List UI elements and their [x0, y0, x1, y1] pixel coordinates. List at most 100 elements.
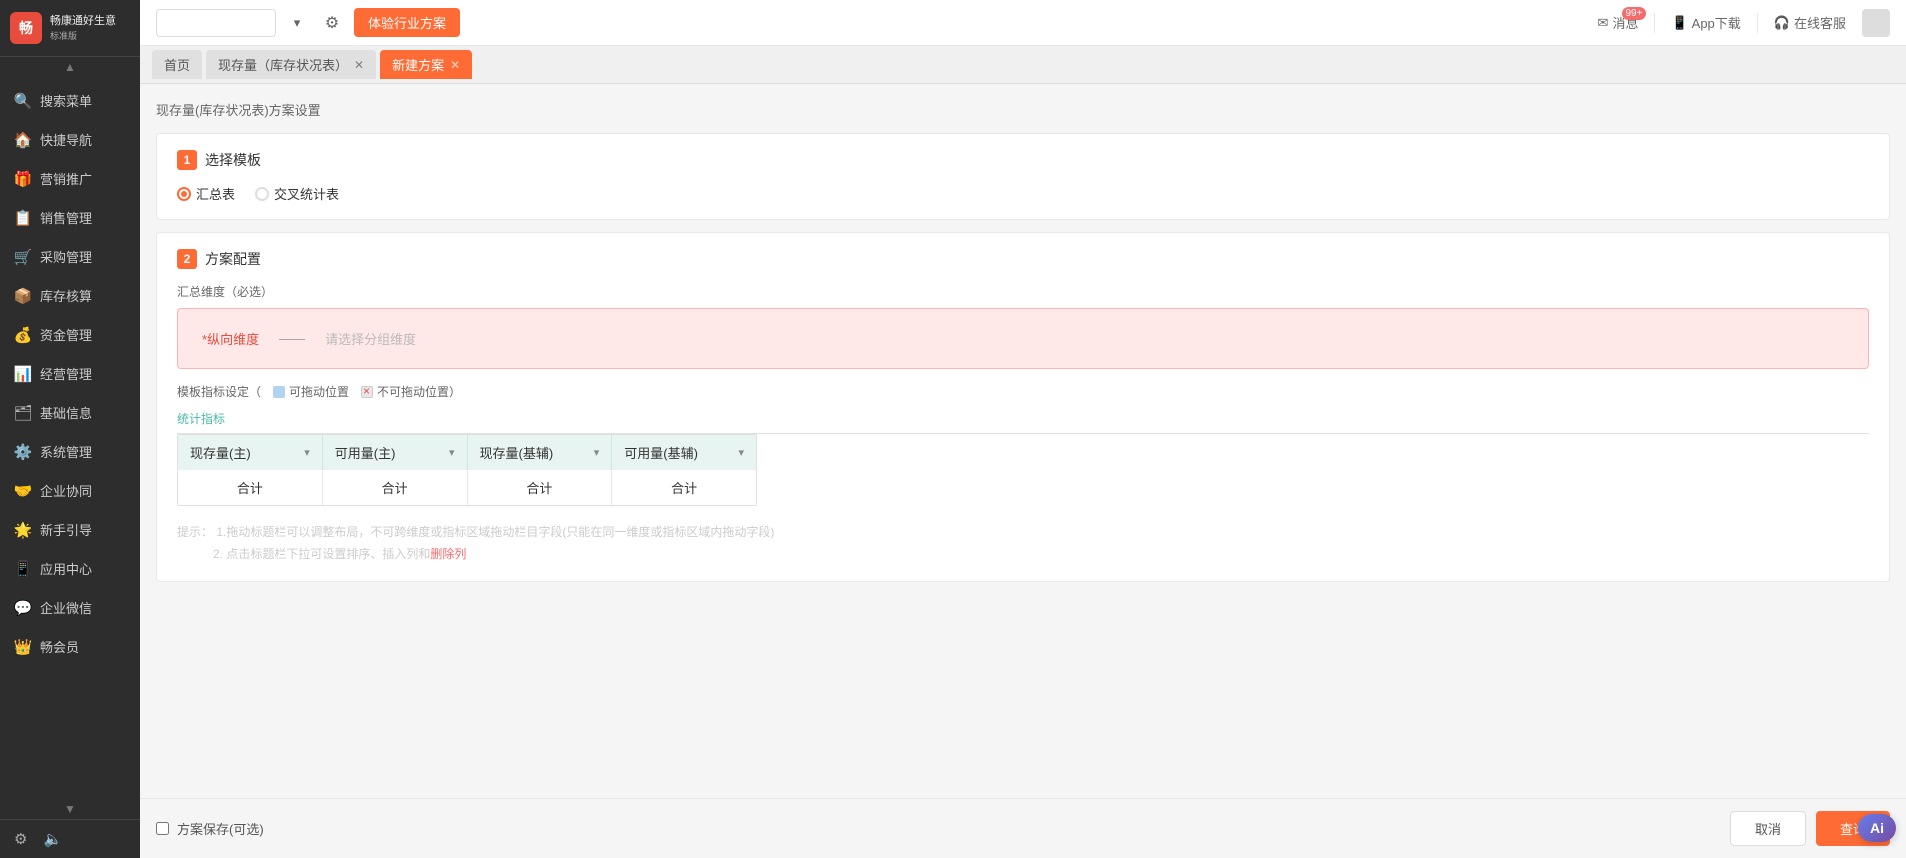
sidebar-bottom: ⚙ 🔈 [0, 819, 140, 858]
sidebar-item-member[interactable]: 👑 畅会员 [0, 627, 140, 666]
section1-header: 1 选择模板 [177, 150, 1869, 170]
sidebar-item-label: 新手引导 [40, 520, 92, 539]
no-drag-label: 不可拖动位置） [377, 383, 461, 400]
sidebar-item-label: 系统管理 [40, 442, 92, 461]
col-chevron-1: ▾ [449, 446, 455, 459]
stats-table-body: 合计 合计 合计 合计 [178, 470, 756, 505]
stats-col-3[interactable]: 可用量(基辅) ▾ [612, 435, 756, 470]
template-radio-group: 汇总表 交叉统计表 [177, 184, 1869, 203]
sidebar-item-marketing[interactable]: 🎁 营销推广 [0, 159, 140, 198]
sales-icon: 📋 [14, 209, 32, 227]
message-icon: ✉ [1598, 15, 1609, 31]
sidebar-item-label: 采购管理 [40, 247, 92, 266]
sidebar-item-system[interactable]: ⚙️ 系统管理 [0, 432, 140, 471]
dimension-required-mark: *纵向维度 [202, 329, 259, 348]
app-logo: 畅 畅康通好生意 标准版 [0, 0, 140, 57]
sidebar-item-newbie[interactable]: 🌟 新手引导 [0, 510, 140, 549]
sidebar-scroll-down[interactable]: ▼ [0, 799, 140, 819]
indicator-settings: 模板指标设定（ 可拖动位置 不可拖动位置） [177, 383, 1869, 400]
section2-card: 2 方案配置 汇总维度（必选） *纵向维度 —— 请选择分组维度 模板指标设定（… [156, 232, 1890, 582]
hint-1: 提示： 1.拖动标题栏可以调整布局，不可跨维度或指标区域拖动栏目字段(只能在同一… [177, 522, 1869, 544]
message-badge: 99+ [1622, 7, 1647, 20]
sidebar-item-finance[interactable]: 💰 资金管理 [0, 315, 140, 354]
col-chevron-3: ▾ [738, 446, 744, 459]
section2-num: 2 [177, 249, 197, 269]
save-checkbox[interactable] [156, 822, 169, 835]
indicator-settings-label: 模板指标设定（ [177, 383, 261, 400]
footer-area: 方案保存(可选) 取消 查询 [140, 798, 1906, 858]
tab-new-scheme-label: 新建方案 [392, 55, 444, 74]
sidebar-item-quick-nav[interactable]: 🏠 快捷导航 [0, 120, 140, 159]
sidebar-item-operation[interactable]: 📊 经营管理 [0, 354, 140, 393]
online-service-label: 在线客服 [1794, 13, 1846, 32]
sidebar-item-purchase[interactable]: 🛒 采购管理 [0, 237, 140, 276]
ai-badge[interactable]: Ai [1858, 814, 1896, 842]
user-avatar[interactable] [1862, 9, 1890, 37]
settings-bottom-icon[interactable]: ⚙ [14, 830, 27, 848]
cancel-button[interactable]: 取消 [1730, 811, 1806, 846]
sidebar-item-wechat[interactable]: 💬 企业微信 [0, 588, 140, 627]
sidebar-item-label: 经营管理 [40, 364, 92, 383]
sidebar-item-search-menu[interactable]: 🔍 搜索菜单 [0, 81, 140, 120]
sidebar-item-label: 资金管理 [40, 325, 92, 344]
tab-new-scheme-close[interactable]: ✕ [450, 58, 460, 72]
dimension-box[interactable]: *纵向维度 —— 请选择分组维度 [177, 308, 1869, 369]
radio-crosstab[interactable]: 交叉统计表 [255, 184, 339, 203]
sidebar-item-label: 搜索菜单 [40, 91, 92, 110]
sidebar-item-app-center[interactable]: 📱 应用中心 [0, 549, 140, 588]
stats-cell-0: 合计 [178, 470, 323, 505]
tab-home[interactable]: 首页 [152, 50, 202, 79]
sidebar-item-label: 库存核算 [40, 286, 92, 305]
save-label[interactable]: 方案保存(可选) [177, 819, 264, 838]
member-icon: 👑 [14, 638, 32, 656]
stats-col-1[interactable]: 可用量(主) ▾ [323, 435, 468, 470]
system-icon: ⚙️ [14, 443, 32, 461]
hint-section: 提示： 1.拖动标题栏可以调整布局，不可跨维度或指标区域拖动栏目字段(只能在同一… [177, 522, 1869, 565]
topbar-search-input[interactable] [156, 9, 276, 37]
stats-section-label: 统计指标 [177, 410, 1869, 434]
app-download-label: App下载 [1692, 13, 1741, 32]
stats-col-2[interactable]: 现存量(基辅) ▾ [468, 435, 613, 470]
sidebar-item-inventory[interactable]: 📦 库存核算 [0, 276, 140, 315]
stats-col-0[interactable]: 现存量(主) ▾ [178, 435, 323, 470]
stats-cell-3: 合计 [612, 470, 756, 505]
col-label-1: 可用量(主) [335, 443, 396, 462]
sidebar-scroll-up[interactable]: ▲ [0, 57, 140, 77]
online-service-btn[interactable]: 🎧 在线客服 [1774, 13, 1846, 32]
radio-summary-circle [177, 187, 191, 201]
sidebar-item-sales[interactable]: 📋 销售管理 [0, 198, 140, 237]
drag-indicator: 可拖动位置 [273, 383, 349, 400]
main-area: ▾ ⚙ 体验行业方案 ✉ 消息 99+ 📱 App下载 🎧 在线客服 [140, 0, 1906, 858]
trial-btn[interactable]: 体验行业方案 [354, 8, 460, 37]
drag-dot [273, 386, 285, 398]
sidebar-item-label: 营销推广 [40, 169, 92, 188]
tab-inventory-status[interactable]: 现存量（库存状况表） ✕ [206, 50, 376, 79]
sidebar-item-basic-info[interactable]: 🗂 基础信息 [0, 393, 140, 432]
basic-info-icon: 🗂 [14, 404, 32, 422]
sidebar-item-enterprise[interactable]: 🤝 企业协同 [0, 471, 140, 510]
tab-inventory-status-close[interactable]: ✕ [354, 58, 364, 72]
radio-crosstab-circle [255, 187, 269, 201]
app-download-btn[interactable]: 📱 App下载 [1671, 13, 1740, 32]
message-btn[interactable]: ✉ 消息 99+ [1598, 13, 1639, 32]
wechat-icon: 💬 [14, 599, 32, 617]
section1-card: 1 选择模板 汇总表 交叉统计表 [156, 133, 1890, 220]
tab-new-scheme[interactable]: 新建方案 ✕ [380, 50, 472, 79]
topbar-dropdown-btn[interactable]: ▾ [284, 10, 310, 36]
no-drag-dot [361, 386, 373, 398]
col-label-0: 现存量(主) [190, 443, 251, 462]
quick-nav-icon: 🏠 [14, 131, 32, 149]
search-menu-icon: 🔍 [14, 92, 32, 110]
topbar-left: ▾ ⚙ 体验行业方案 [156, 8, 1586, 37]
section2-header: 2 方案配置 [177, 249, 1869, 269]
radio-summary[interactable]: 汇总表 [177, 184, 235, 203]
operation-icon: 📊 [14, 365, 32, 383]
app-edition: 标准版 [50, 29, 116, 42]
dimension-form-label: 汇总维度（必选） [177, 283, 1869, 300]
topbar-settings-btn[interactable]: ⚙ [318, 9, 346, 37]
headset-icon: 🎧 [1774, 15, 1790, 31]
topbar-divider [1654, 13, 1655, 33]
sound-bottom-icon[interactable]: 🔈 [43, 830, 62, 848]
finance-icon: 💰 [14, 326, 32, 344]
inventory-icon: 📦 [14, 287, 32, 305]
